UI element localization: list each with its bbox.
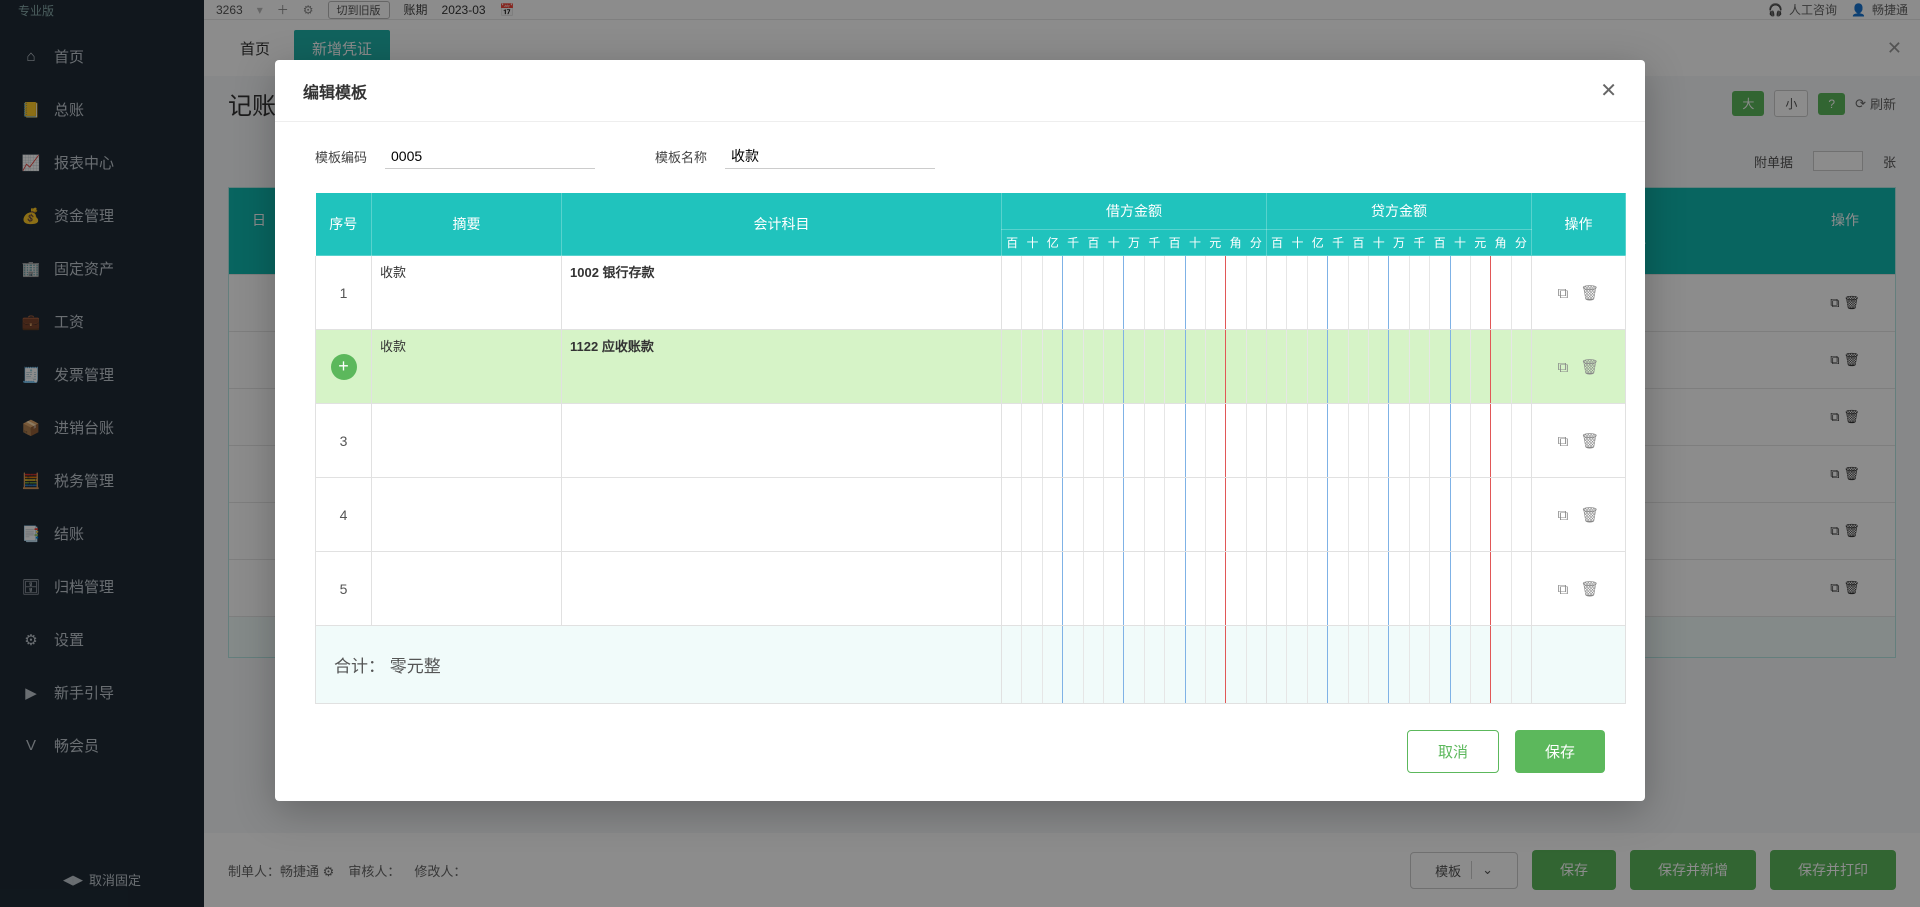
row-ops: ⧉🗑 xyxy=(1532,478,1626,552)
unit-cell: 亿 xyxy=(1308,234,1328,251)
total-text: 零元整 xyxy=(390,657,441,676)
copy-row-icon[interactable]: ⧉ xyxy=(1558,507,1569,524)
row-credit[interactable] xyxy=(1267,256,1532,330)
unit-cell: 角 xyxy=(1490,234,1510,251)
delete-row-icon[interactable]: 🗑 xyxy=(1580,285,1599,302)
unit-cell: 分 xyxy=(1511,234,1531,251)
template-row[interactable]: 4⧉🗑 xyxy=(316,478,1626,552)
template-code-label: 模板编码 xyxy=(315,147,367,166)
delete-row-icon[interactable]: 🗑 xyxy=(1580,433,1599,450)
th-ops: 操作 xyxy=(1532,193,1626,256)
th-summary: 摘要 xyxy=(372,193,562,256)
row-ops: ⧉🗑 xyxy=(1532,404,1626,478)
row-ops: ⧉🗑 xyxy=(1532,330,1626,404)
row-summary[interactable]: 收款 xyxy=(372,256,562,330)
row-credit[interactable] xyxy=(1267,478,1532,552)
unit-cell: 百 xyxy=(1348,234,1368,251)
unit-cell: 亿 xyxy=(1043,234,1063,251)
unit-cell: 角 xyxy=(1225,234,1245,251)
total-label: 合计： xyxy=(334,657,385,676)
delete-row-icon[interactable]: 🗑 xyxy=(1580,359,1599,376)
template-name-input[interactable] xyxy=(725,144,935,169)
row-debit[interactable] xyxy=(1002,404,1267,478)
unit-cell: 百 xyxy=(1165,234,1185,251)
unit-cell: 十 xyxy=(1287,234,1307,251)
th-account: 会计科目 xyxy=(562,193,1002,256)
row-account[interactable] xyxy=(562,552,1002,626)
row-summary[interactable]: 收款 xyxy=(372,330,562,404)
total-ops xyxy=(1532,626,1626,704)
unit-cell: 十 xyxy=(1185,234,1205,251)
row-debit[interactable] xyxy=(1002,552,1267,626)
unit-cell: 万 xyxy=(1389,234,1409,251)
total-cell: 合计： 零元整 xyxy=(316,626,1002,704)
unit-cell: 十 xyxy=(1369,234,1389,251)
copy-row-icon[interactable]: ⧉ xyxy=(1558,433,1569,450)
row-account[interactable]: 1122 应收账款 xyxy=(562,330,1002,404)
delete-row-icon[interactable]: 🗑 xyxy=(1580,581,1599,598)
th-credit-units: 百十亿千百十万千百十元角分 xyxy=(1267,230,1532,256)
unit-cell: 万 xyxy=(1124,234,1144,251)
unit-cell: 元 xyxy=(1470,234,1490,251)
template-table: 序号 摘要 会计科目 借方金额 贷方金额 操作 百十亿千百十万千百十元角分 百十… xyxy=(315,193,1626,704)
template-row[interactable]: 5⧉🗑 xyxy=(316,552,1626,626)
th-index: 序号 xyxy=(316,193,372,256)
unit-cell: 千 xyxy=(1144,234,1164,251)
unit-cell: 分 xyxy=(1246,234,1266,251)
template-name-label: 模板名称 xyxy=(655,147,707,166)
unit-cell: 元 xyxy=(1205,234,1225,251)
row-summary[interactable] xyxy=(372,552,562,626)
modal-save-button[interactable]: 保存 xyxy=(1515,730,1605,773)
modal-close-button[interactable]: ✕ xyxy=(1600,78,1617,103)
template-row[interactable]: +收款1122 应收账款⧉🗑 xyxy=(316,330,1626,404)
unit-cell: 千 xyxy=(1409,234,1429,251)
unit-cell: 千 xyxy=(1328,234,1348,251)
edit-template-modal: 编辑模板 ✕ 模板编码 模板名称 序号 摘要 会计科目 xyxy=(275,60,1645,801)
copy-row-icon[interactable]: ⧉ xyxy=(1558,359,1569,376)
row-debit[interactable] xyxy=(1002,256,1267,330)
delete-row-icon[interactable]: 🗑 xyxy=(1580,507,1599,524)
row-debit[interactable] xyxy=(1002,478,1267,552)
row-index: 3 xyxy=(316,404,372,478)
row-credit[interactable] xyxy=(1267,552,1532,626)
row-account[interactable] xyxy=(562,404,1002,478)
template-row[interactable]: 3⧉🗑 xyxy=(316,404,1626,478)
unit-cell: 十 xyxy=(1022,234,1042,251)
template-code-input[interactable] xyxy=(385,144,595,169)
row-account[interactable]: 1002 银行存款 xyxy=(562,256,1002,330)
row-credit[interactable] xyxy=(1267,404,1532,478)
add-row-button[interactable]: + xyxy=(331,354,357,380)
unit-cell: 百 xyxy=(1267,234,1287,251)
total-credit xyxy=(1267,626,1532,704)
row-index: 4 xyxy=(316,478,372,552)
unit-cell: 千 xyxy=(1063,234,1083,251)
th-debit-units: 百十亿千百十万千百十元角分 xyxy=(1002,230,1267,256)
template-row[interactable]: 1收款1002 银行存款⧉🗑 xyxy=(316,256,1626,330)
row-index: 1 xyxy=(316,256,372,330)
modal-cancel-button[interactable]: 取消 xyxy=(1407,730,1499,773)
modal-title: 编辑模板 xyxy=(303,79,367,103)
copy-row-icon[interactable]: ⧉ xyxy=(1558,285,1569,302)
unit-cell: 十 xyxy=(1104,234,1124,251)
total-debit xyxy=(1002,626,1267,704)
row-summary[interactable] xyxy=(372,478,562,552)
row-summary[interactable] xyxy=(372,404,562,478)
row-credit[interactable] xyxy=(1267,330,1532,404)
row-index: 5 xyxy=(316,552,372,626)
row-debit[interactable] xyxy=(1002,330,1267,404)
modal-header: 编辑模板 ✕ xyxy=(275,60,1645,122)
unit-cell: 百 xyxy=(1083,234,1103,251)
row-ops: ⧉🗑 xyxy=(1532,256,1626,330)
unit-cell: 百 xyxy=(1430,234,1450,251)
unit-cell: 十 xyxy=(1450,234,1470,251)
row-ops: ⧉🗑 xyxy=(1532,552,1626,626)
th-credit: 贷方金额 xyxy=(1267,193,1532,230)
unit-cell: 百 xyxy=(1002,234,1022,251)
copy-row-icon[interactable]: ⧉ xyxy=(1558,581,1569,598)
th-debit: 借方金额 xyxy=(1002,193,1267,230)
row-index: + xyxy=(316,330,372,404)
row-account[interactable] xyxy=(562,478,1002,552)
